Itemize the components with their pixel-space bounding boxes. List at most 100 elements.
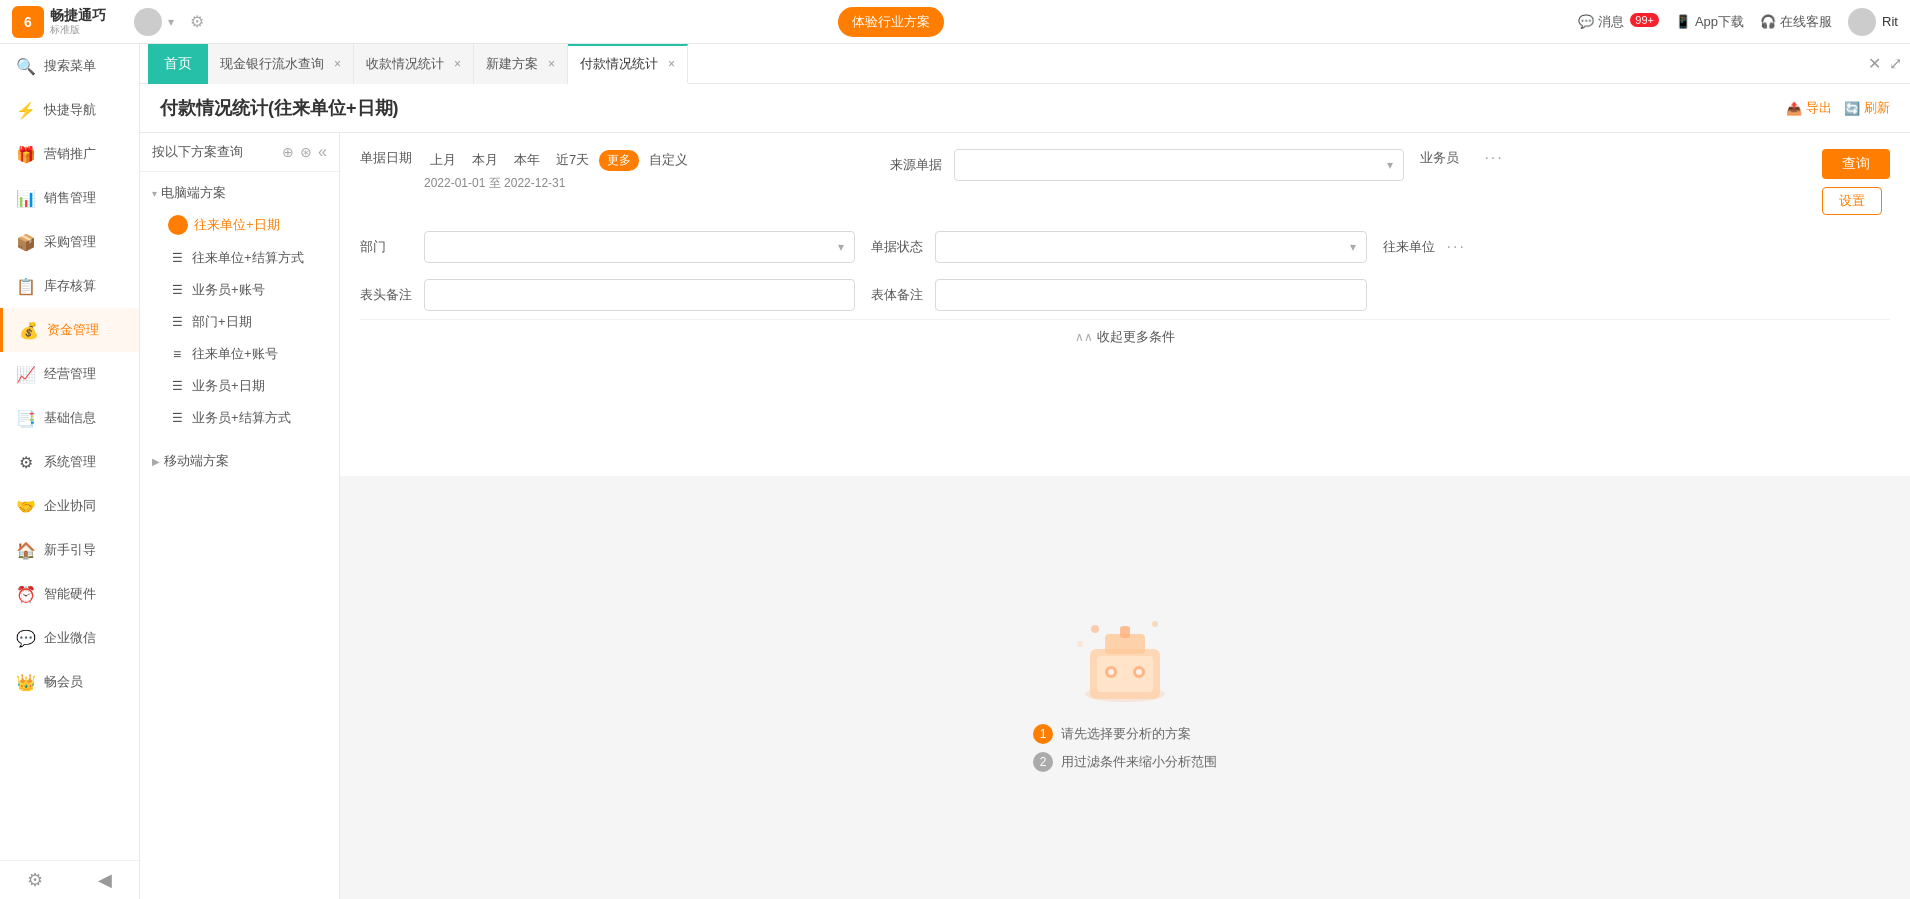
scheme-item-unit-account[interactable]: ≡ 往来单位+账号 bbox=[140, 338, 339, 370]
tab-payment[interactable]: 付款情况统计 × bbox=[568, 44, 688, 84]
empty-tip-2: 2 用过滤条件来缩小分析范围 bbox=[1033, 752, 1217, 772]
sidebar-item-enterprise[interactable]: 🤝 企业协同 bbox=[0, 484, 139, 528]
desktop-section-label: 电脑端方案 bbox=[161, 184, 226, 202]
sidebar-item-inventory[interactable]: 📋 库存核算 bbox=[0, 264, 139, 308]
scheme-item-dept-date[interactable]: ☰ 部门+日期 bbox=[140, 306, 339, 338]
empty-svg bbox=[1065, 604, 1185, 704]
svg-rect-8 bbox=[1120, 626, 1130, 638]
staff-field: 业务员 ··· bbox=[1420, 149, 1806, 167]
sidebar-item-sales[interactable]: 📊 销售管理 bbox=[0, 176, 139, 220]
source-select[interactable]: ▾ bbox=[954, 149, 1404, 181]
guide-icon: 🏠 bbox=[16, 540, 36, 560]
nav-icon: ⚡ bbox=[16, 100, 36, 120]
logo-area: 6 畅捷通巧 标准版 bbox=[12, 6, 106, 38]
scheme-add-icon[interactable]: ⊕ bbox=[282, 144, 294, 160]
shortcut-custom[interactable]: 自定义 bbox=[643, 149, 694, 171]
note-header-input[interactable] bbox=[424, 279, 855, 311]
scheme-label-unit-account: 往来单位+账号 bbox=[192, 345, 278, 363]
sidebar-item-member[interactable]: 👑 畅会员 bbox=[0, 660, 139, 704]
partner-label: 往来单位 bbox=[1383, 238, 1439, 256]
settings-icon[interactable]: ⚙ bbox=[27, 869, 43, 891]
scheme-item-unit-date[interactable]: 往来单位+日期 bbox=[140, 208, 339, 242]
scheme-header-title: 按以下方案查询 bbox=[152, 143, 243, 161]
settings-button[interactable]: 设置 bbox=[1822, 187, 1882, 215]
source-label: 来源单据 bbox=[890, 156, 946, 174]
scheme-desktop-header[interactable]: ▾ 电脑端方案 bbox=[140, 178, 339, 208]
avatar bbox=[134, 8, 162, 36]
tab-cashflow-label: 现金银行流水查询 bbox=[220, 55, 324, 73]
tab-maximize-icon[interactable]: ⤢ bbox=[1889, 54, 1902, 73]
filter-panel: 单据日期 上月 本月 本年 近7天 更多 自定义 bbox=[340, 133, 1910, 476]
scheme-mobile-header[interactable]: ▶ 移动端方案 bbox=[140, 446, 339, 476]
right-side: 首页 现金银行流水查询 × 收款情况统计 × 新建方案 × 付款情况统计 × ✕… bbox=[140, 44, 1910, 899]
inventory-icon: 📋 bbox=[16, 276, 36, 296]
sidebar-item-hardware[interactable]: ⏰ 智能硬件 bbox=[0, 572, 139, 616]
tip-num-2: 2 bbox=[1033, 752, 1053, 772]
scheme-item-staff-date[interactable]: ☰ 业务员+日期 bbox=[140, 370, 339, 402]
mobile-expand-icon: ▶ bbox=[152, 456, 160, 467]
tab-cashflow[interactable]: 现金银行流水查询 × bbox=[208, 44, 354, 84]
tab-home[interactable]: 首页 bbox=[148, 44, 208, 84]
top-bar-left: 6 畅捷通巧 标准版 ▾ ⚙ bbox=[12, 6, 204, 38]
note-header-label: 表头备注 bbox=[360, 286, 416, 304]
sidebar-item-capital[interactable]: 💰 资金管理 bbox=[0, 308, 139, 352]
voucher-status-select[interactable]: ▾ bbox=[935, 231, 1366, 263]
scheme-icon-unit-settle: ☰ bbox=[168, 249, 186, 267]
sidebar-label-purchase: 采购管理 bbox=[44, 233, 96, 251]
collapse-up-icon: ∧∧ bbox=[1075, 330, 1093, 344]
online-service-item[interactable]: 🎧 在线客服 bbox=[1760, 13, 1832, 31]
dept-dropdown-icon: ▾ bbox=[838, 240, 844, 254]
app-download-item[interactable]: 📱 App下载 bbox=[1675, 13, 1744, 31]
shortcut-last7[interactable]: 近7天 bbox=[550, 149, 595, 171]
refresh-button[interactable]: 🔄 刷新 bbox=[1844, 99, 1890, 117]
sidebar-item-wechat[interactable]: 💬 企业微信 bbox=[0, 616, 139, 660]
export-button[interactable]: 📤 导出 bbox=[1786, 99, 1832, 117]
scheme-gear-icon[interactable]: ⊛ bbox=[300, 144, 312, 160]
scheme-icon-unit-account: ≡ bbox=[168, 345, 186, 363]
tab-cashflow-close[interactable]: × bbox=[334, 57, 341, 71]
dropdown-icon[interactable]: ▾ bbox=[168, 15, 174, 29]
gear-icon[interactable]: ⚙ bbox=[190, 12, 204, 31]
user-profile[interactable]: Rit bbox=[1848, 8, 1898, 36]
partner-select[interactable]: ··· bbox=[1447, 238, 1466, 256]
tab-newplan-close[interactable]: × bbox=[548, 57, 555, 71]
tab-newplan[interactable]: 新建方案 × bbox=[474, 44, 568, 84]
sidebar-item-nav[interactable]: ⚡ 快捷导航 bbox=[0, 88, 139, 132]
trial-button[interactable]: 体验行业方案 bbox=[838, 7, 944, 37]
sidebar-item-operation[interactable]: 📈 经营管理 bbox=[0, 352, 139, 396]
download-icon: 📱 bbox=[1675, 14, 1691, 29]
sidebar-label-search: 搜索菜单 bbox=[44, 57, 96, 75]
dept-select[interactable]: ▾ bbox=[424, 231, 855, 263]
shortcut-more[interactable]: 更多 bbox=[599, 150, 639, 171]
collapse-button[interactable]: ∧∧ 收起更多条件 bbox=[360, 319, 1890, 354]
shortcut-this-month[interactable]: 本月 bbox=[466, 149, 504, 171]
note-body-input[interactable] bbox=[935, 279, 1366, 311]
top-center: 体验行业方案 bbox=[838, 7, 944, 37]
sidebar-item-system[interactable]: ⚙ 系统管理 bbox=[0, 440, 139, 484]
svg-point-6 bbox=[1136, 669, 1142, 675]
scheme-item-staff-settle[interactable]: ☰ 业务员+结算方式 bbox=[140, 402, 339, 434]
page-actions: 📤 导出 🔄 刷新 bbox=[1786, 99, 1890, 117]
tab-payment-close[interactable]: × bbox=[668, 57, 675, 71]
shortcut-this-year[interactable]: 本年 bbox=[508, 149, 546, 171]
collapse-sidebar-icon[interactable]: ◀ bbox=[98, 869, 112, 891]
sidebar-label-member: 畅会员 bbox=[44, 673, 83, 691]
messages-item[interactable]: 💬 消息 99+ bbox=[1578, 13, 1659, 31]
sidebar-item-guide[interactable]: 🏠 新手引导 bbox=[0, 528, 139, 572]
shortcut-last-month[interactable]: 上月 bbox=[424, 149, 462, 171]
staff-select[interactable]: ··· bbox=[1484, 149, 1503, 167]
sidebar-item-marketing[interactable]: 🎁 营销推广 bbox=[0, 132, 139, 176]
search-icon: 🔍 bbox=[16, 56, 36, 76]
sidebar-item-search[interactable]: 🔍 搜索菜单 bbox=[0, 44, 139, 88]
sidebar-item-basic[interactable]: 📑 基础信息 bbox=[0, 396, 139, 440]
query-button[interactable]: 查询 bbox=[1822, 149, 1890, 179]
filter-form: 单据日期 上月 本月 本年 近7天 更多 自定义 bbox=[340, 133, 1910, 370]
system-icon: ⚙ bbox=[16, 452, 36, 472]
tab-receive-close[interactable]: × bbox=[454, 57, 461, 71]
scheme-collapse-icon[interactable]: « bbox=[318, 143, 327, 161]
tab-receive[interactable]: 收款情况统计 × bbox=[354, 44, 474, 84]
sidebar-item-purchase[interactable]: 📦 采购管理 bbox=[0, 220, 139, 264]
scheme-item-staff-account[interactable]: ☰ 业务员+账号 bbox=[140, 274, 339, 306]
scheme-item-unit-settle[interactable]: ☰ 往来单位+结算方式 bbox=[140, 242, 339, 274]
tab-close-all-icon[interactable]: ✕ bbox=[1868, 54, 1881, 73]
